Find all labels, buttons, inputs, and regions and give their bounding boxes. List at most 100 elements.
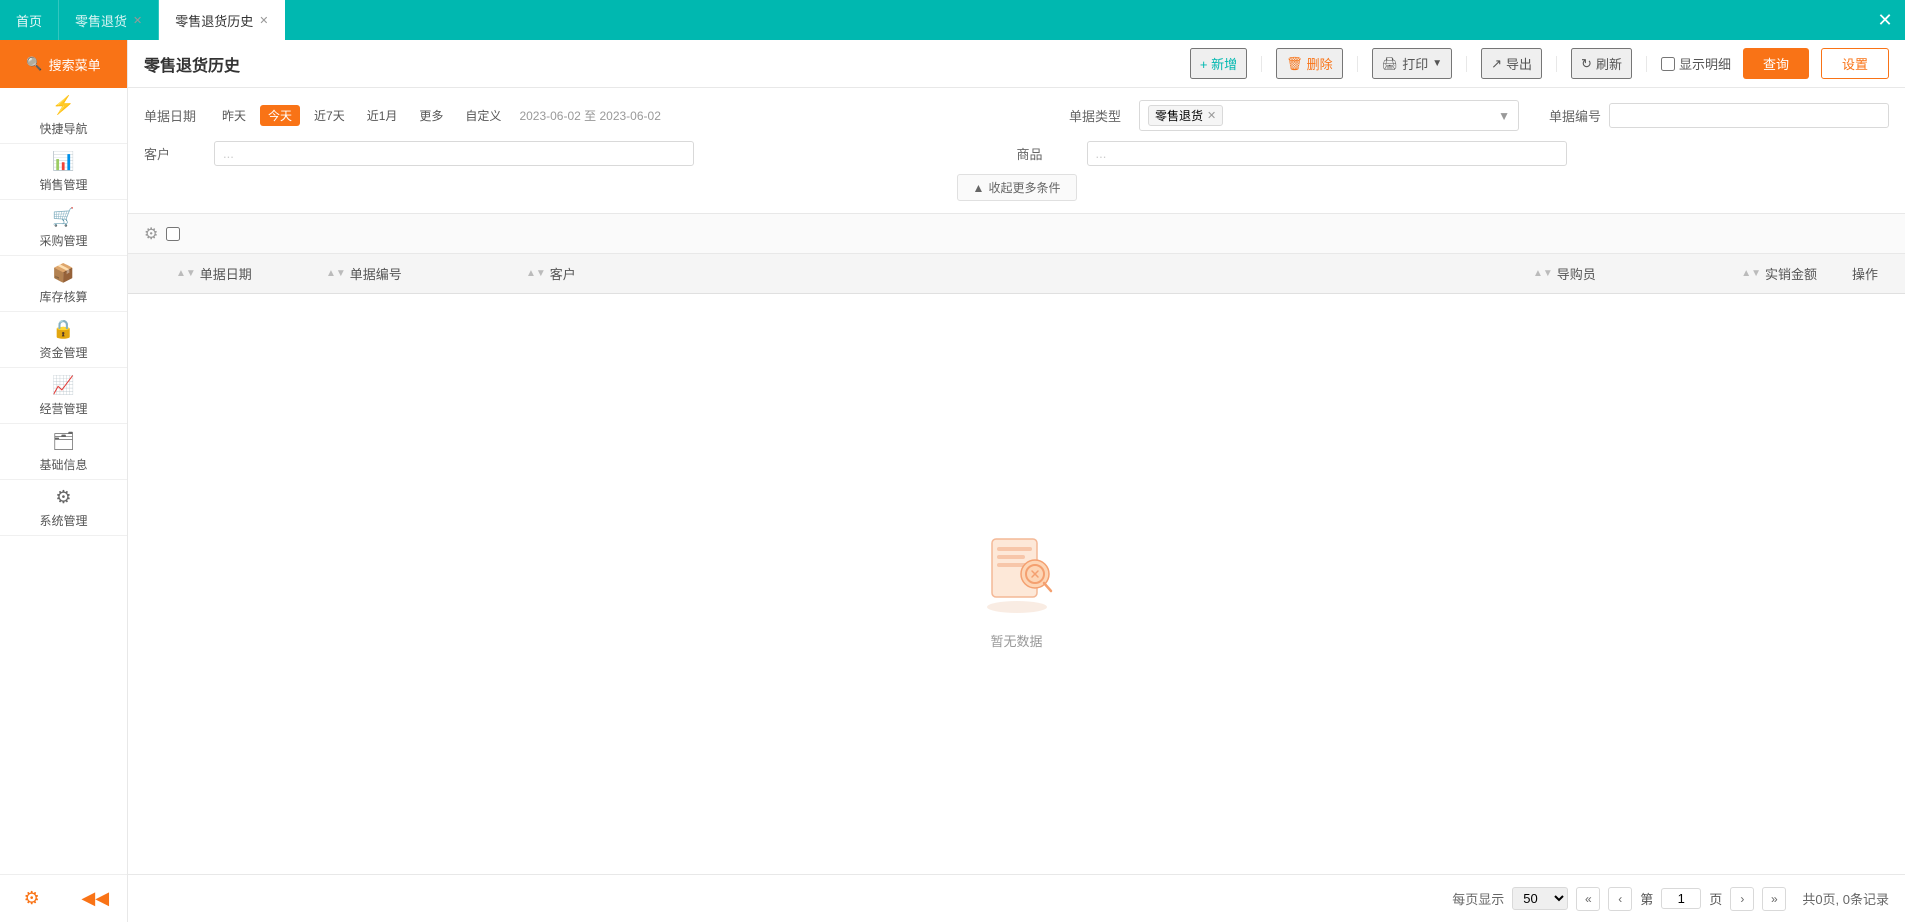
sidebar-item-finance-label: 资金管理 — [39, 344, 87, 361]
collapse-label: 收起更多条件 — [988, 179, 1060, 196]
query-button[interactable]: 查询 — [1743, 48, 1809, 79]
empty-state-icon — [967, 519, 1067, 619]
table-header: ▲▼ 单据日期 ▲▼ 单据编号 ▲▼ 客户 ▲▼ 导购员 ▲▼ 实销金额 — [128, 254, 1905, 294]
tab-retail-return-close[interactable]: ✕ — [133, 14, 142, 27]
doc-number-input[interactable] — [1609, 103, 1889, 128]
page-input[interactable] — [1661, 888, 1701, 909]
export-label: 导出 — [1506, 54, 1532, 73]
date-last1month-btn[interactable]: 近1月 — [359, 105, 406, 126]
filter-collapse-row: ▲ 收起更多条件 — [144, 170, 1889, 201]
top-bar: 首页 零售退货 ✕ 零售退货历史 ✕ ✕ — [0, 0, 1905, 40]
page-last-button[interactable]: » — [1762, 887, 1786, 911]
sidebar-settings-button[interactable]: ⚙ — [14, 881, 50, 917]
tab-retail-return-history[interactable]: 零售退货历史 ✕ — [159, 0, 285, 40]
doc-number-label: 单据编号 — [1549, 106, 1609, 125]
show-detail-checkbox[interactable] — [1661, 57, 1675, 71]
date-label: 单据日期 — [144, 106, 214, 125]
date-range-text: 2023-06-02 至 2023-06-02 — [519, 107, 660, 124]
finance-icon: 🔒 — [52, 319, 74, 340]
tab-retail-return[interactable]: 零售退货 ✕ — [59, 0, 159, 40]
delete-label: 删除 — [1307, 54, 1333, 73]
add-button[interactable]: + 新增 — [1190, 48, 1247, 79]
window-close-button[interactable]: ✕ — [1865, 0, 1905, 40]
main-layout: 🔍 搜索菜单 ⚡ 快捷导航 📊 销售管理 🛒 采购管理 📦 库存核算 🔒 — [0, 40, 1905, 922]
date-today-btn[interactable]: 今天 — [260, 105, 300, 126]
select-all-checkbox[interactable] — [166, 227, 180, 241]
sidebar-nav: ⚡ 快捷导航 📊 销售管理 🛒 采购管理 📦 库存核算 🔒 资金管理 📈 — [0, 88, 127, 874]
sidebar-item-operation[interactable]: 📈 经营管理 — [0, 368, 127, 424]
goods-label: 商品 — [1017, 144, 1087, 163]
sales-mgmt-icon: 📊 — [52, 151, 74, 172]
page-label: 页 — [1709, 889, 1722, 908]
settings-icon: ⚙ — [24, 888, 40, 909]
page-size-select[interactable]: 50 10 20 100 — [1512, 887, 1568, 910]
refresh-button[interactable]: ↻ 刷新 — [1571, 48, 1632, 79]
sidebar-item-purchase-mgmt[interactable]: 🛒 采购管理 — [0, 200, 127, 256]
filter-row-1: 单据日期 昨天 今天 近7天 近1月 更多 自定义 2023-06-02 至 2… — [144, 100, 1889, 131]
th-amount[interactable]: ▲▼ 实销金额 — [1675, 264, 1825, 283]
settings-button[interactable]: 设置 — [1821, 48, 1889, 79]
th-guide[interactable]: ▲▼ 导购员 — [1525, 264, 1675, 283]
th-op: 操作 — [1825, 264, 1905, 283]
doc-type-label: 单据类型 — [1069, 106, 1139, 125]
date-group: 昨天 今天 近7天 近1月 更多 自定义 2023-06-02 至 2023-0… — [214, 105, 661, 126]
sidebar-item-basic-info[interactable]: 🗂 基础信息 — [0, 424, 127, 480]
delete-button[interactable]: 🗑 删除 — [1276, 48, 1343, 79]
customer-label: 客户 — [144, 144, 214, 163]
th-docnum[interactable]: ▲▼ 单据编号 — [318, 264, 518, 283]
tab-retail-return-history-close[interactable]: ✕ — [259, 14, 268, 27]
divider1 — [1261, 56, 1262, 72]
sidebar-item-sales-mgmt-label: 销售管理 — [39, 176, 87, 193]
th-customer[interactable]: ▲▼ 客户 — [518, 264, 1525, 283]
sidebar-search-button[interactable]: 🔍 搜索菜单 — [0, 40, 127, 88]
sidebar-item-sales-mgmt[interactable]: 📊 销售管理 — [0, 144, 127, 200]
doc-type-select[interactable]: 零售退货 ✕ ▼ — [1139, 100, 1519, 131]
sidebar-audio-button[interactable]: ◀◀ — [77, 881, 113, 917]
operation-icon: 📈 — [52, 375, 74, 396]
empty-text: 暂无数据 — [990, 631, 1042, 650]
table-toolbar: ⚙ — [128, 214, 1905, 254]
sidebar-search-label: 搜索菜单 — [49, 55, 101, 74]
page-next-button[interactable]: › — [1730, 887, 1754, 911]
page-prev-button[interactable]: ‹ — [1608, 887, 1632, 911]
date-yesterday-btn[interactable]: 昨天 — [214, 105, 254, 126]
export-button[interactable]: ↗ 导出 — [1481, 48, 1542, 79]
sidebar-item-inventory[interactable]: 📦 库存核算 — [0, 256, 127, 312]
doc-type-tag: 零售退货 ✕ — [1148, 105, 1223, 126]
page-first-button[interactable]: « — [1576, 887, 1600, 911]
print-label: 打印 — [1402, 54, 1428, 73]
doc-type-tag-close[interactable]: ✕ — [1207, 109, 1216, 122]
divider5 — [1646, 56, 1647, 72]
collapse-button[interactable]: ▲ 收起更多条件 — [957, 174, 1077, 201]
page-title: 零售退货历史 — [144, 52, 240, 76]
refresh-label: 刷新 — [1596, 54, 1622, 73]
filter-area: 单据日期 昨天 今天 近7天 近1月 更多 自定义 2023-06-02 至 2… — [128, 88, 1905, 214]
date-more-btn[interactable]: 更多 — [411, 105, 451, 126]
audio-icon: ◀◀ — [81, 888, 109, 909]
header-actions: + 新增 🗑 删除 🖨 打印 ▼ ↗ 导出 — [1190, 48, 1889, 79]
th-date-label: 单据日期 — [200, 264, 252, 283]
sidebar-item-system-label: 系统管理 — [39, 512, 87, 529]
collapse-icon: ▲ — [973, 181, 985, 195]
sidebar-item-finance[interactable]: 🔒 资金管理 — [0, 312, 127, 368]
th-date[interactable]: ▲▼ 单据日期 — [168, 264, 318, 283]
customer-input[interactable]: ... — [214, 141, 694, 166]
sidebar-item-quick-nav[interactable]: ⚡ 快捷导航 — [0, 88, 127, 144]
th-guide-sort-icon: ▲▼ — [1533, 269, 1553, 279]
tab-home[interactable]: 首页 — [0, 0, 59, 40]
sidebar-item-system[interactable]: ⚙ 系统管理 — [0, 480, 127, 536]
show-detail-text: 显示明细 — [1679, 54, 1731, 73]
sidebar-item-inventory-label: 库存核算 — [39, 288, 87, 305]
th-date-sort-icon: ▲▼ — [176, 269, 196, 279]
date-last7days-btn[interactable]: 近7天 — [306, 105, 353, 126]
print-button[interactable]: 🖨 打印 ▼ — [1372, 48, 1452, 79]
doc-type-dropdown-icon: ▼ — [1498, 109, 1510, 123]
page-header: 零售退货历史 + 新增 🗑 删除 🖨 打印 ▼ ↗ 导出 — [128, 40, 1905, 88]
date-custom-btn[interactable]: 自定义 — [457, 105, 509, 126]
goods-input[interactable]: ... — [1087, 141, 1567, 166]
page-label-pre: 第 — [1640, 889, 1653, 908]
print-icon: 🖨 — [1382, 56, 1399, 72]
filter-row-2: 客户 ... 商品 ... — [144, 141, 1889, 166]
th-customer-sort-icon: ▲▼ — [526, 269, 546, 279]
table-gear-icon[interactable]: ⚙ — [144, 224, 158, 244]
